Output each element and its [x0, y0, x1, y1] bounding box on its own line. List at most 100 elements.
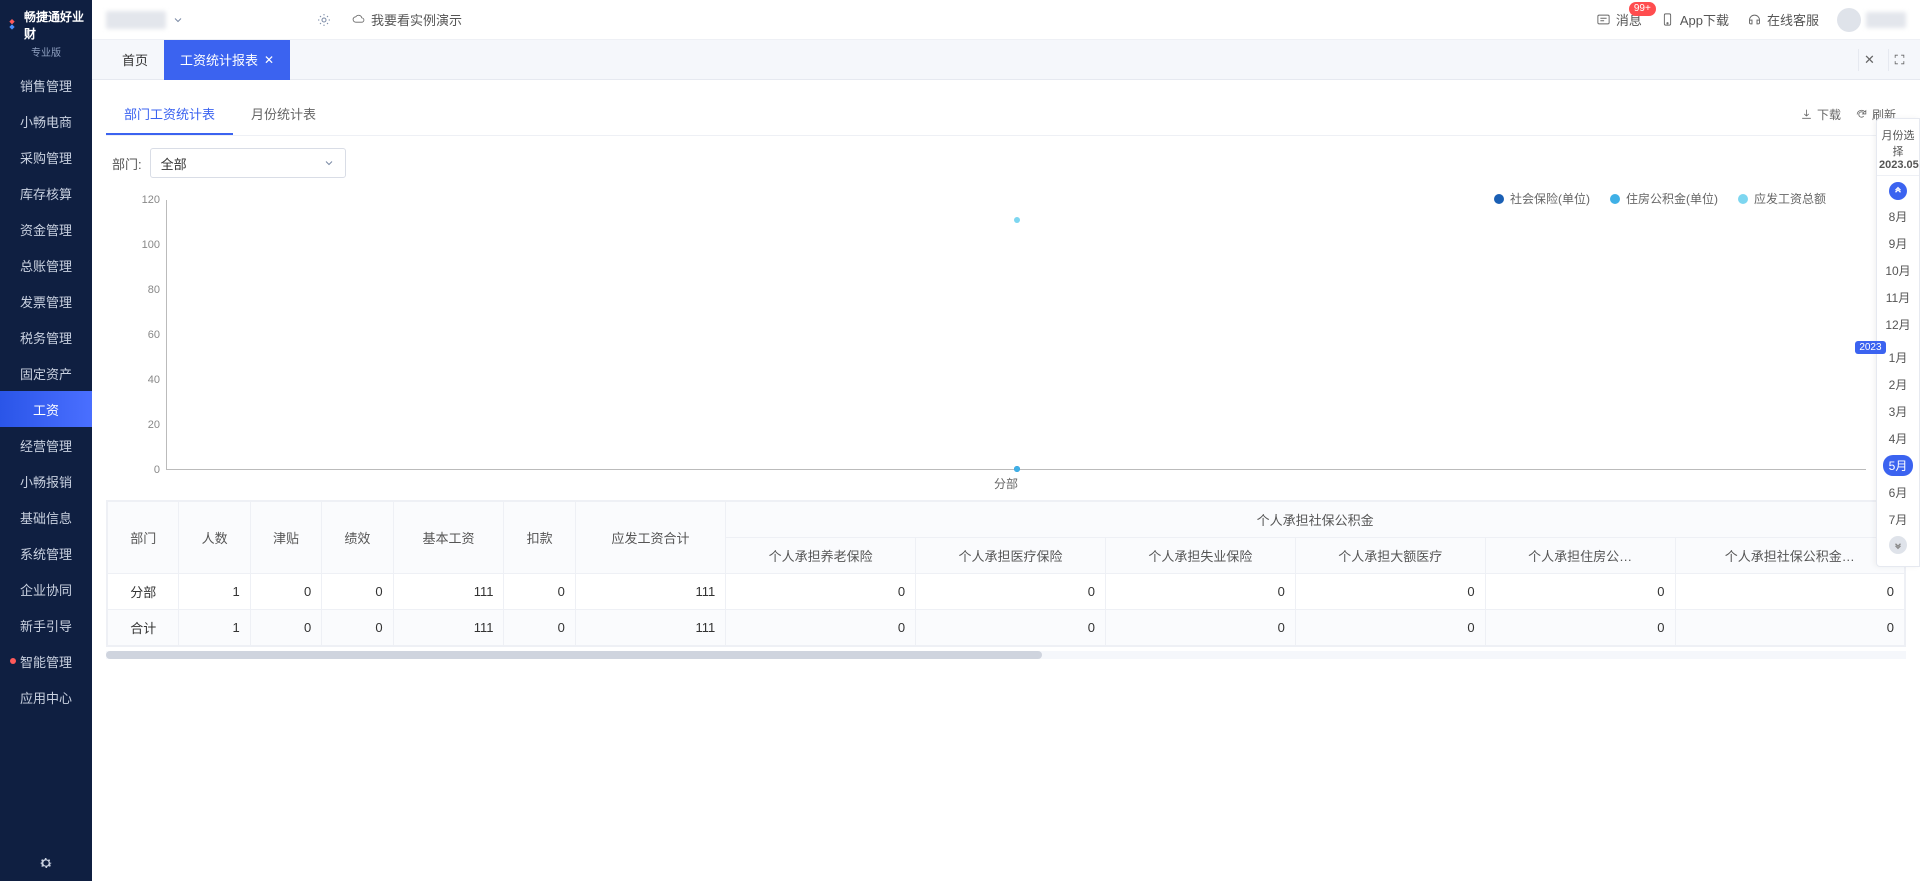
- nav-item-6[interactable]: 发票管理: [0, 283, 92, 319]
- nav-item-2[interactable]: 采购管理: [0, 139, 92, 175]
- month-item-5[interactable]: 1月: [1883, 347, 1914, 368]
- nav-item-label: 工资: [33, 400, 59, 419]
- tabs-bar: 首页工资统计报表✕ ✕: [92, 40, 1920, 80]
- org-selector[interactable]: [106, 11, 306, 29]
- brand-edition: 专业版: [31, 44, 61, 59]
- horizontal-scrollbar[interactable]: [106, 651, 1906, 659]
- cloud-icon: [352, 13, 365, 26]
- nav-item-4[interactable]: 资金管理: [0, 211, 92, 247]
- month-item-10[interactable]: 6月: [1883, 482, 1914, 503]
- nav-item-label: 库存核算: [20, 184, 72, 203]
- dept-select-value: 全部: [161, 154, 187, 173]
- chart-plot: [166, 200, 1866, 470]
- year-marker: 2023: [1855, 341, 1885, 354]
- month-scroll-up[interactable]: [1889, 182, 1907, 200]
- nav-item-1[interactable]: 小畅电商: [0, 103, 92, 139]
- nav-item-14[interactable]: 企业协同: [0, 571, 92, 607]
- nav-item-label: 发票管理: [20, 292, 72, 311]
- nav-item-7[interactable]: 税务管理: [0, 319, 92, 355]
- messages-button[interactable]: 消息 99+: [1596, 10, 1642, 29]
- data-point: [1014, 217, 1020, 223]
- col-header: 部门: [108, 502, 179, 574]
- close-all-tabs-button[interactable]: ✕: [1858, 49, 1880, 71]
- col-header: 绩效: [322, 502, 393, 574]
- month-item-7[interactable]: 3月: [1883, 401, 1914, 422]
- topbar: 我要看实例演示 消息 99+ App下载 在线客服: [92, 0, 1920, 40]
- month-item-2[interactable]: 10月: [1879, 260, 1916, 281]
- page-tab-1[interactable]: 工资统计报表✕: [164, 40, 290, 80]
- nav-item-16[interactable]: 智能管理: [0, 643, 92, 679]
- dept-select[interactable]: 全部: [150, 148, 346, 178]
- nav-item-9[interactable]: 工资: [0, 391, 92, 427]
- cell: 0: [1485, 574, 1675, 610]
- cell: 0: [322, 610, 393, 646]
- cell: 0: [504, 610, 575, 646]
- y-tick: 100: [142, 239, 160, 251]
- month-item-8[interactable]: 4月: [1883, 428, 1914, 449]
- nav-item-11[interactable]: 小畅报销: [0, 463, 92, 499]
- dept-filter-label: 部门:: [112, 154, 142, 173]
- month-picker-title: 月份选择: [1879, 127, 1917, 159]
- cell: 0: [1675, 574, 1904, 610]
- cell: 111: [575, 610, 725, 646]
- y-tick: 80: [148, 284, 160, 296]
- y-tick: 20: [148, 419, 160, 431]
- month-item-11[interactable]: 7月: [1883, 509, 1914, 530]
- download-button[interactable]: 下载: [1800, 106, 1841, 123]
- nav-item-label: 基础信息: [20, 508, 72, 527]
- demo-link[interactable]: 我要看实例演示: [352, 10, 462, 29]
- nav-item-12[interactable]: 基础信息: [0, 499, 92, 535]
- nav-item-label: 固定资产: [20, 364, 72, 383]
- app-download-button[interactable]: App下载: [1660, 10, 1729, 29]
- sidebar: 畅捷通好业财 专业版 销售管理小畅电商采购管理库存核算资金管理总账管理发票管理税…: [0, 0, 92, 881]
- cell: 1: [179, 610, 250, 646]
- cell: 0: [322, 574, 393, 610]
- chevron-up-icon: [1893, 186, 1903, 196]
- nav-item-17[interactable]: 应用中心: [0, 679, 92, 715]
- cell: 111: [575, 574, 725, 610]
- nav-item-10[interactable]: 经营管理: [0, 427, 92, 463]
- inner-tabs: 部门工资统计表月份统计表 下载 刷新: [106, 94, 1906, 136]
- nav-item-3[interactable]: 库存核算: [0, 175, 92, 211]
- chart: 社会保险(单位)住房公积金(单位)应发工资总额 020406080100120 …: [106, 190, 1906, 500]
- tab-close-icon[interactable]: ✕: [264, 53, 274, 67]
- month-scroll-down[interactable]: [1889, 536, 1907, 554]
- fullscreen-button[interactable]: [1888, 49, 1910, 71]
- nav-item-label: 系统管理: [20, 544, 72, 563]
- table-wrap: 部门人数津贴绩效基本工资扣款应发工资合计个人承担社保公积金个人承担养老保险个人承…: [106, 500, 1906, 647]
- month-picker-trigger[interactable]: 月份选择 2023.05: [1877, 125, 1919, 176]
- y-tick: 60: [148, 329, 160, 341]
- month-list: 8月9月10月11月12月20231月2月3月4月5月6月7月: [1879, 206, 1916, 530]
- nav-item-8[interactable]: 固定资产: [0, 355, 92, 391]
- y-tick: 120: [142, 194, 160, 206]
- online-service-button[interactable]: 在线客服: [1747, 10, 1819, 29]
- month-item-1[interactable]: 9月: [1883, 233, 1914, 254]
- inner-tab-0[interactable]: 部门工资统计表: [106, 94, 233, 135]
- page-tab-0[interactable]: 首页: [106, 40, 164, 80]
- nav-list: 销售管理小畅电商采购管理库存核算资金管理总账管理发票管理税务管理固定资产工资经营…: [0, 67, 92, 845]
- month-item-3[interactable]: 11月: [1880, 287, 1916, 308]
- month-item-4[interactable]: 12月: [1879, 314, 1916, 335]
- cell: 0: [916, 574, 1106, 610]
- col-header: 扣款: [504, 502, 575, 574]
- nav-item-label: 总账管理: [20, 256, 72, 275]
- cell: 0: [250, 610, 321, 646]
- org-settings-icon[interactable]: [316, 12, 332, 28]
- month-item-0[interactable]: 8月: [1883, 206, 1914, 227]
- nav-item-0[interactable]: 销售管理: [0, 67, 92, 103]
- nav-item-15[interactable]: 新手引导: [0, 607, 92, 643]
- avatar: [1837, 8, 1861, 32]
- user-menu[interactable]: [1837, 8, 1906, 32]
- nav-item-label: 采购管理: [20, 148, 72, 167]
- month-picker-current: 2023.05: [1879, 159, 1917, 171]
- table-row: 分部1001110111000000: [108, 574, 1905, 610]
- settings-button[interactable]: [0, 845, 92, 881]
- y-tick: 0: [154, 464, 160, 476]
- month-item-9[interactable]: 5月: [1883, 455, 1914, 476]
- nav-item-13[interactable]: 系统管理: [0, 535, 92, 571]
- demo-label: 我要看实例演示: [371, 10, 462, 29]
- cell: 111: [393, 574, 504, 610]
- inner-tab-1[interactable]: 月份统计表: [233, 94, 334, 135]
- nav-item-5[interactable]: 总账管理: [0, 247, 92, 283]
- month-item-6[interactable]: 2月: [1883, 374, 1914, 395]
